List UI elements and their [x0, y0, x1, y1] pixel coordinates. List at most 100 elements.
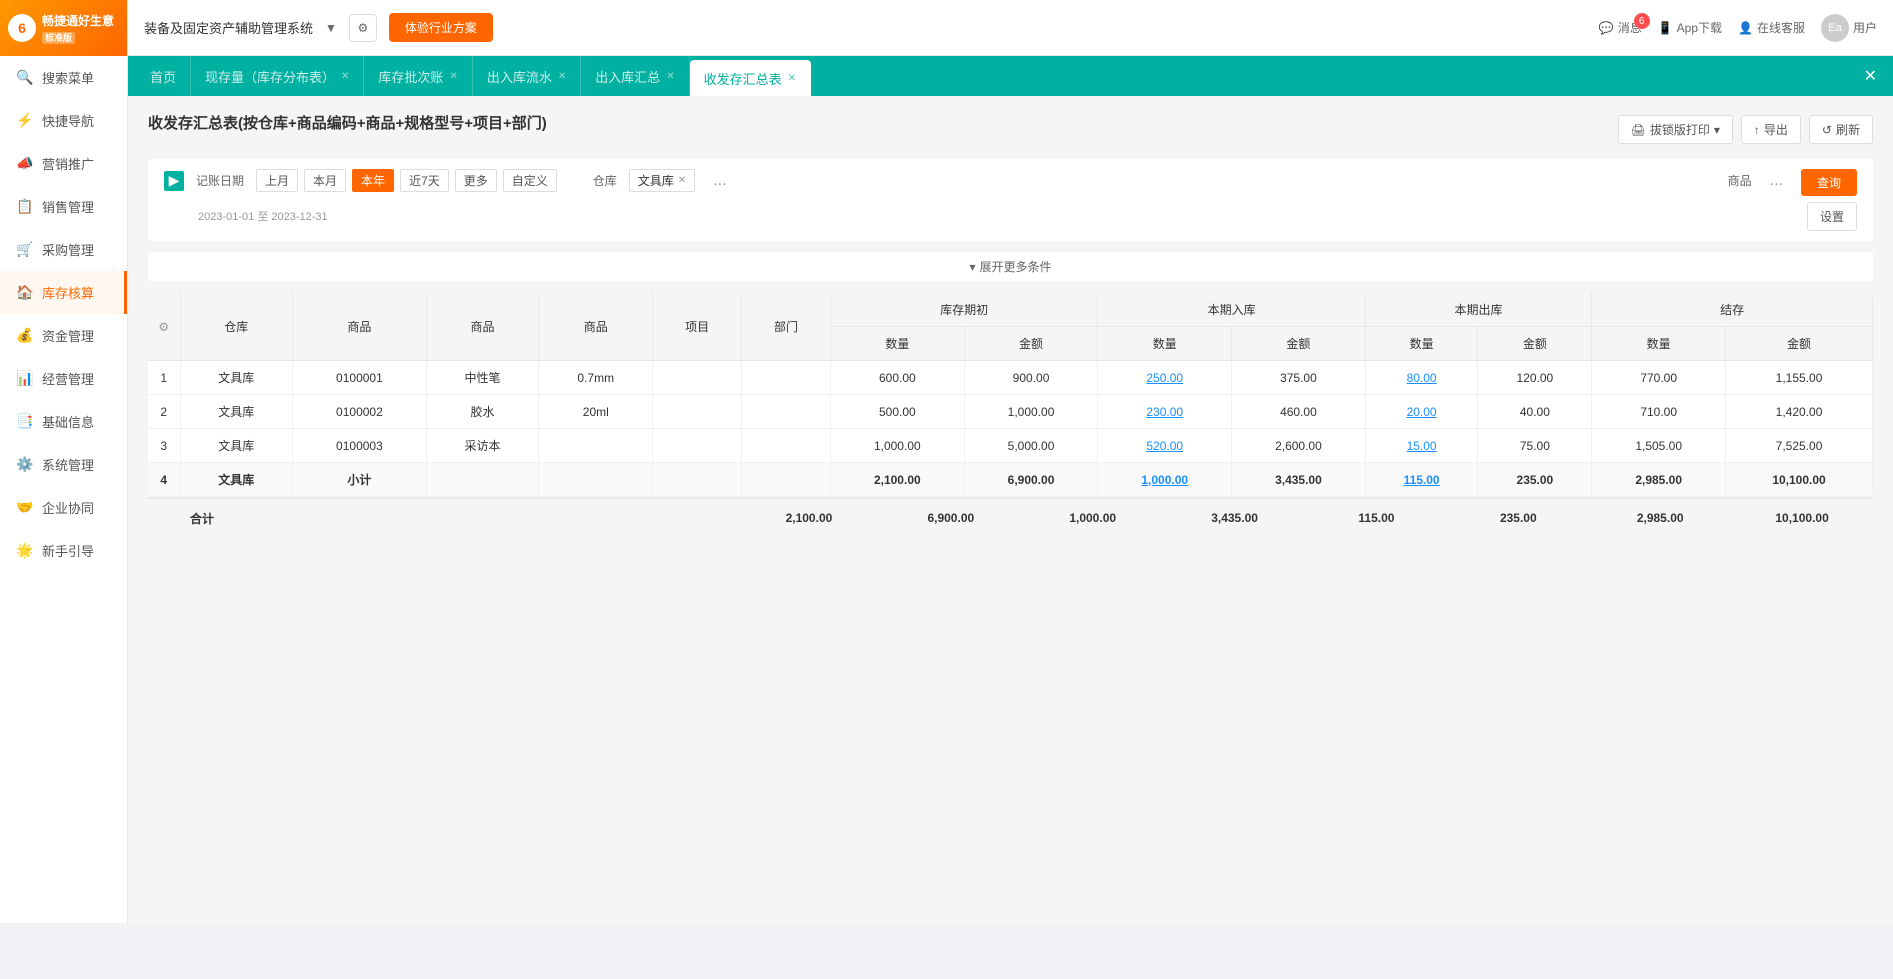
refresh-button[interactable]: ↺ 刷新	[1809, 115, 1873, 144]
warehouse-tag-close[interactable]: ✕	[678, 175, 686, 186]
tab-batch-account[interactable]: 库存批次账 ✕	[364, 56, 472, 96]
row3-warehouse: 文具库	[180, 429, 293, 463]
row3-dept	[742, 429, 831, 463]
main-content: 首页 现存量（库存分布表） ✕ 库存批次账 ✕ 出入库流水 ✕ 出入库汇总 ✕ …	[128, 56, 1893, 923]
close-tab-summary[interactable]: ✕	[666, 71, 674, 82]
tab-recv-send-summary[interactable]: 收发存汇总表 ✕	[690, 60, 811, 96]
row2-opening-amt: 1,000.00	[964, 395, 1098, 429]
filter-section: ▶ 记账日期 上月 本月 本年 近7天 更多 自定义 仓库 文具库 ✕	[148, 159, 1873, 241]
sidebar: 6 畅捷通好生意 标准版 🔍 搜索菜单 ⚡ 快捷导航 📣 营销推广 📋 销售管理…	[0, 0, 128, 923]
system-dropdown[interactable]: ▼	[325, 21, 337, 35]
tab-inout-flow[interactable]: 出入库流水 ✕	[473, 56, 581, 96]
row2-in-qty[interactable]: 230.00	[1098, 395, 1232, 429]
query-button[interactable]: 查询	[1801, 169, 1857, 196]
row3-project	[653, 429, 742, 463]
close-tab-recv[interactable]: ✕	[788, 73, 796, 84]
row2-bal-qty: 710.00	[1592, 395, 1726, 429]
sidebar-item-operations[interactable]: 📊 经营管理	[0, 357, 127, 400]
row3-seq: 3	[148, 429, 180, 463]
sidebar-item-sales[interactable]: 📋 销售管理	[0, 185, 127, 228]
row2-warehouse: 文具库	[180, 395, 293, 429]
tab-stock-distribution[interactable]: 现存量（库存分布表） ✕	[191, 56, 364, 96]
close-tab-batch[interactable]: ✕	[449, 71, 457, 82]
sidebar-item-finance[interactable]: 💰 资金管理	[0, 314, 127, 357]
sidebar-item-label: 采购管理	[42, 240, 94, 259]
sidebar-item-label: 营销推广	[42, 154, 94, 173]
sidebar-item-guide[interactable]: 🌟 新手引导	[0, 529, 127, 572]
sidebar-item-system[interactable]: ⚙️ 系统管理	[0, 443, 127, 486]
tab-inout-summary[interactable]: 出入库汇总 ✕	[581, 56, 689, 96]
table-row: 1 文具库 0100001 中性笔 0.7mm 600.00 900.00 25…	[148, 361, 1873, 395]
row2-out-amt: 40.00	[1478, 395, 1592, 429]
row2-dept	[742, 395, 831, 429]
goods-more-button[interactable]: ...	[1764, 172, 1789, 190]
subtotal-out-qty[interactable]: 115.00	[1365, 463, 1478, 497]
total-label: 合计	[190, 510, 214, 527]
warehouse-more-button[interactable]: ...	[707, 172, 732, 190]
date-btn-last-month[interactable]: 上月	[256, 169, 298, 192]
sidebar-item-inventory[interactable]: 🏠 库存核算	[0, 271, 127, 314]
row3-out-qty[interactable]: 15.00	[1365, 429, 1478, 463]
th-out-period-group: 本期出库	[1365, 293, 1592, 327]
sidebar-item-search[interactable]: 🔍 搜索菜单	[0, 56, 127, 99]
export-button[interactable]: ↑ 导出	[1741, 115, 1801, 144]
action-buttons: 🖨 拔锁版打印 ▾ ↑ 导出 ↺ 刷新	[1618, 115, 1873, 144]
close-tab-flow[interactable]: ✕	[558, 71, 566, 82]
system-name: 装备及固定资产辅助管理系统	[144, 18, 313, 37]
row1-out-qty[interactable]: 80.00	[1365, 361, 1478, 395]
app-logo: 6 畅捷通好生意 标准版	[0, 0, 127, 56]
row3-in-amt: 2,600.00	[1232, 429, 1366, 463]
sidebar-item-enterprise[interactable]: 🤝 企业协同	[0, 486, 127, 529]
goods-label: 商品	[1728, 172, 1752, 189]
tab-home[interactable]: 首页	[136, 56, 191, 96]
row2-out-qty[interactable]: 20.00	[1365, 395, 1478, 429]
row1-out-amt: 120.00	[1478, 361, 1592, 395]
th-in-period-group: 本期入库	[1098, 293, 1365, 327]
row1-in-qty[interactable]: 250.00	[1098, 361, 1232, 395]
date-btn-more[interactable]: 更多	[455, 169, 497, 192]
date-btn-this-month[interactable]: 本月	[304, 169, 346, 192]
th-opening-group: 库存期初	[830, 293, 1097, 327]
expand-more-button[interactable]: ▾ 展开更多条件	[969, 258, 1051, 275]
date-btn-7days[interactable]: 近7天	[400, 169, 449, 192]
column-settings-button[interactable]: 设置	[1807, 202, 1857, 231]
row1-bal-qty: 770.00	[1592, 361, 1726, 395]
subtotal-row: 4 文具库 小计 2,100.00 6,900.00 1,000.00 3,43…	[148, 463, 1873, 497]
topbar-left: 装备及固定资产辅助管理系统 ▼ ⚙ 体验行业方案	[144, 13, 493, 42]
app-download-button[interactable]: 📱 App下载	[1658, 19, 1722, 36]
subtotal-label: 小计	[293, 463, 427, 497]
filter-expand-button[interactable]: ▶	[164, 171, 184, 191]
messages-button[interactable]: 💬 消息 6	[1599, 19, 1642, 36]
row1-name: 中性笔	[426, 361, 539, 395]
row3-out-amt: 75.00	[1478, 429, 1592, 463]
operations-icon: 📊	[16, 370, 34, 387]
th-goods-name: 商品	[426, 293, 539, 361]
system-icon: ⚙️	[16, 456, 34, 473]
row3-bal-amt: 7,525.00	[1726, 429, 1873, 463]
date-btn-custom[interactable]: 自定义	[503, 169, 557, 192]
row3-in-qty[interactable]: 520.00	[1098, 429, 1232, 463]
search-icon: 🔍	[16, 69, 34, 86]
th-opening-amt: 金额	[964, 327, 1098, 361]
online-service-button[interactable]: 👤 在线客服	[1738, 19, 1805, 36]
trial-button[interactable]: 体验行业方案	[389, 13, 493, 42]
sidebar-item-purchase[interactable]: 🛒 采购管理	[0, 228, 127, 271]
row2-seq: 2	[148, 395, 180, 429]
sidebar-item-basic-info[interactable]: 📑 基础信息	[0, 400, 127, 443]
sidebar-item-label: 经营管理	[42, 369, 94, 388]
sidebar-item-quick-nav[interactable]: ⚡ 快捷导航	[0, 99, 127, 142]
app-name: 畅捷通好生意	[42, 12, 114, 29]
print-button[interactable]: 🖨 拔锁版打印 ▾	[1618, 115, 1733, 144]
tab-bar-close-button[interactable]: ✕	[1856, 66, 1885, 86]
data-table: ⚙ 仓库 商品 商品 商品 项目 部门 库存期初 本期入库 本期出库 结存	[148, 293, 1873, 497]
row2-opening-qty: 500.00	[830, 395, 964, 429]
column-gear-icon[interactable]: ⚙	[158, 320, 170, 334]
close-tab-stock[interactable]: ✕	[341, 71, 349, 82]
sidebar-item-label: 资金管理	[42, 326, 94, 345]
subtotal-in-qty[interactable]: 1,000.00	[1098, 463, 1232, 497]
sidebar-item-marketing[interactable]: 📣 营销推广	[0, 142, 127, 185]
filter-row-date: ▶ 记账日期 上月 本月 本年 近7天 更多 自定义 仓库 文具库 ✕	[164, 169, 1789, 192]
settings-gear-button[interactable]: ⚙	[349, 14, 377, 42]
user-menu[interactable]: Ea 用户	[1821, 14, 1877, 42]
date-btn-this-year[interactable]: 本年	[352, 169, 394, 192]
